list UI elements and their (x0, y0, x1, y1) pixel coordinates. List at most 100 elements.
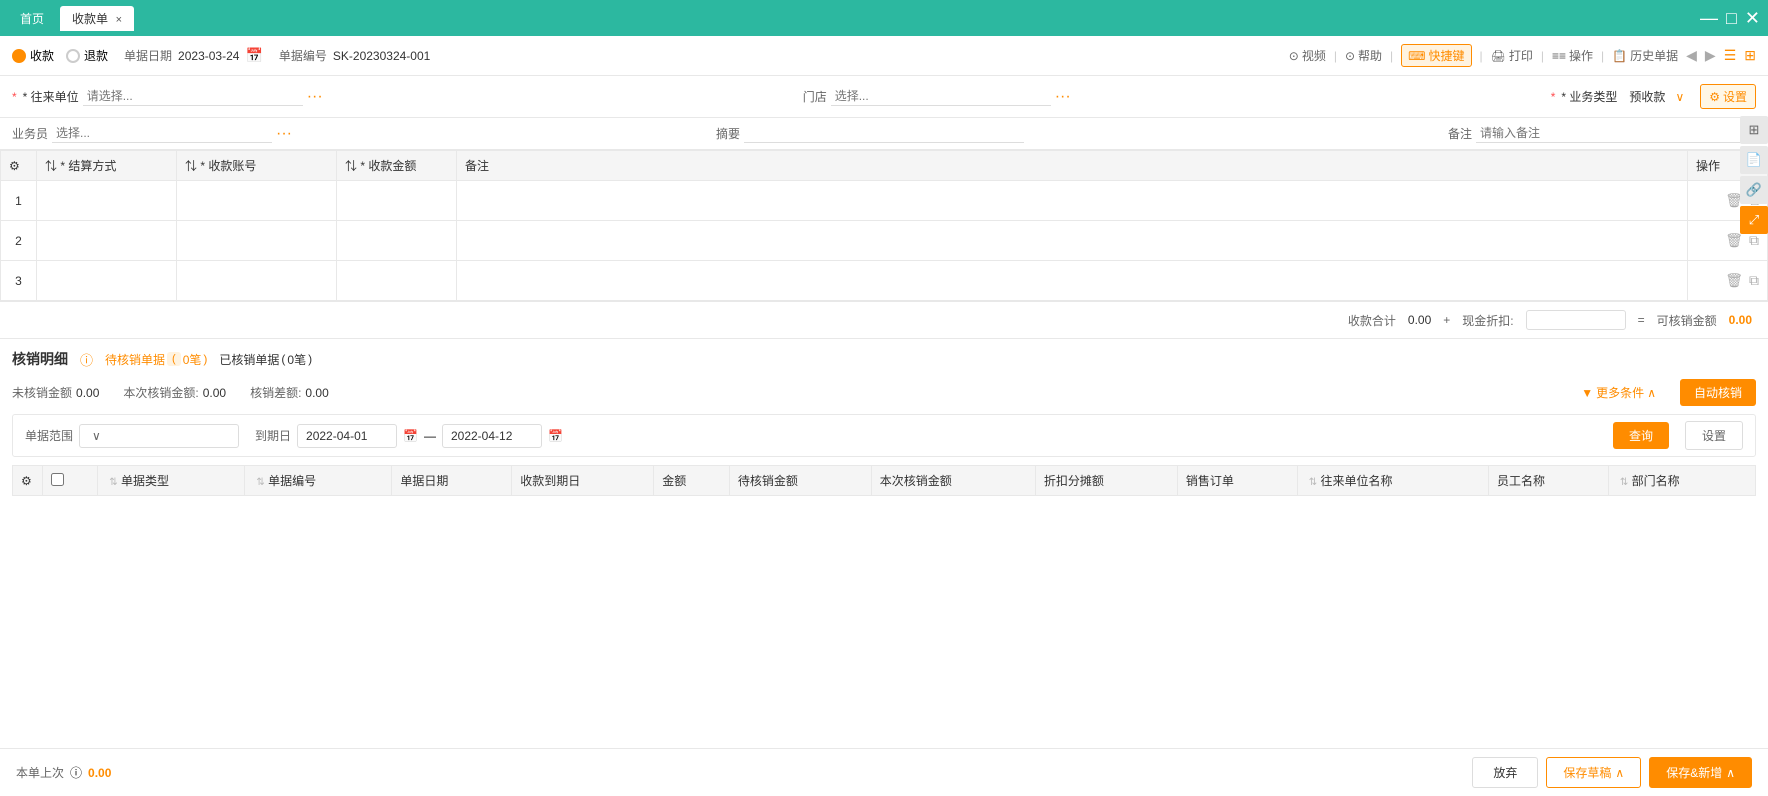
row2-settle[interactable] (37, 221, 177, 261)
row1-settle[interactable] (37, 181, 177, 221)
settle-method-label: * 结算方式 (60, 159, 116, 173)
amount-col: 金额 (654, 466, 730, 496)
settings-btn[interactable]: ⚙ 设置 (1700, 84, 1756, 109)
table-gear-col[interactable]: ⚙ (1, 151, 37, 181)
date-dash: — (424, 429, 436, 443)
row2-delete-icon[interactable]: 🗑 (1725, 232, 1743, 249)
row3-settle[interactable] (37, 261, 177, 301)
store-more-icon[interactable]: ··· (1055, 88, 1071, 106)
dept-name-label: 部门名称 (1632, 474, 1680, 488)
chevron-up-icon: ∧ (1647, 386, 1656, 400)
amount-sort-icon: ⇅ (345, 159, 357, 173)
filter-settings-btn[interactable]: 设置 (1685, 421, 1743, 450)
sales-order-col: 销售订单 (1177, 466, 1297, 496)
auto-verify-btn[interactable]: 自动核销 (1680, 379, 1756, 406)
row2-amount[interactable] (337, 221, 457, 261)
unverified-label: 未核销金额 (12, 384, 72, 401)
radio-refund[interactable]: 退款 (66, 47, 108, 64)
abandon-btn[interactable]: 放弃 (1472, 757, 1538, 788)
operate-btn[interactable]: ≡≡ 操作 (1552, 47, 1593, 64)
unit-label: * 往来单位 (23, 88, 79, 105)
save-new-btn[interactable]: 保存&新增 ∧ (1649, 757, 1752, 788)
from-date-input[interactable] (297, 424, 397, 448)
help-label: 帮助 (1358, 47, 1382, 64)
select-all-checkbox[interactable] (51, 473, 64, 486)
right-link-btn[interactable]: 🔗 (1740, 176, 1768, 204)
row3-copy-icon[interactable]: ⧉ (1749, 272, 1759, 289)
discount-col: 折扣分摊额 (1035, 466, 1177, 496)
history-btn[interactable]: 📋 历史单据 (1612, 47, 1678, 64)
expand-view-btn[interactable]: ⊞ (1744, 47, 1756, 64)
staff-more-icon[interactable]: ··· (276, 125, 292, 143)
right-expand-btn[interactable]: ⤢ (1740, 206, 1768, 234)
unit-input[interactable] (83, 87, 303, 106)
unverified-stat: 未核销金额 0.00 (12, 384, 99, 401)
help-btn[interactable]: ⊙ 帮助 (1345, 47, 1382, 64)
row3-account[interactable] (177, 261, 337, 301)
row2-copy-icon[interactable]: ⧉ (1749, 232, 1759, 249)
row3-delete-icon[interactable]: 🗑 (1725, 272, 1743, 289)
checkbox-col[interactable]: ⚙ (13, 466, 43, 496)
to-date-calendar-icon[interactable]: 📅 (548, 429, 563, 443)
row3-remark[interactable] (457, 261, 1688, 301)
video-btn[interactable]: ⊙ 视频 (1289, 47, 1326, 64)
table-gear-icon2: ⚙ (21, 474, 32, 488)
range-dropdown[interactable]: ∨ (79, 424, 239, 448)
window-max-btn[interactable]: □ (1726, 8, 1737, 29)
summary-input[interactable] (744, 124, 1024, 143)
settle-method-col: ⇅ * 结算方式 (37, 151, 177, 181)
completed-paren: ) (308, 352, 312, 366)
row1-account[interactable] (177, 181, 337, 221)
radio-receive-dot (12, 49, 26, 63)
radio-receive[interactable]: 收款 (12, 47, 54, 64)
row3-amount[interactable] (337, 261, 457, 301)
prev-arrow-btn[interactable]: ◀ (1686, 47, 1697, 64)
staff-label: 业务员 (12, 125, 48, 142)
main-container: 收款 退款 单据日期 2023-03-24 📅 单据编号 SK-20230324… (0, 36, 1768, 796)
store-input[interactable] (831, 87, 1051, 106)
window-close-btn[interactable]: ✕ (1745, 8, 1760, 29)
draft-btn[interactable]: 保存草稿 ∧ (1546, 757, 1641, 788)
table-row: 3 🗑 ⧉ (1, 261, 1768, 301)
sep2: | (1390, 49, 1393, 63)
date-calendar-icon[interactable]: 📅 (245, 47, 262, 64)
diff-stat: 核销差额: 0.00 (250, 384, 329, 401)
settle-sort-icon: ⇅ (45, 159, 57, 173)
row2-account[interactable] (177, 221, 337, 261)
staff-input[interactable] (52, 124, 272, 143)
row1-amount[interactable] (337, 181, 457, 221)
settings-label: 设置 (1723, 88, 1747, 105)
pending-tab[interactable]: 待核销单据 ( 0笔 ) (105, 351, 207, 368)
row2-remark[interactable] (457, 221, 1688, 261)
unit-name-label: 往来单位名称 (1320, 474, 1392, 488)
save-new-label: 保存&新增 (1666, 764, 1722, 781)
right-doc-btn[interactable]: 📄 (1740, 146, 1768, 174)
biz-type-dropdown-icon[interactable]: ∨ (1675, 90, 1684, 104)
receive-amount-label: * 收款金额 (360, 159, 416, 173)
right-grid-btn[interactable]: ⊞ (1740, 116, 1768, 144)
from-date-calendar-icon[interactable]: 📅 (403, 429, 418, 443)
to-date-input[interactable] (442, 424, 542, 448)
total-label: 收款合计 (1348, 312, 1396, 329)
verify-info-icon[interactable]: ⓘ (80, 350, 93, 369)
row1-remark[interactable] (457, 181, 1688, 221)
more-conditions-btn[interactable]: ▼ 更多条件 ∧ (1581, 384, 1656, 401)
next-arrow-btn[interactable]: ▶ (1705, 47, 1716, 64)
remark-input[interactable] (1476, 124, 1756, 143)
tab-close-icon[interactable]: × (116, 14, 122, 26)
window-min-btn[interactable]: — (1700, 8, 1718, 29)
range-field: 单据范围 ∨ (25, 424, 239, 448)
active-tab[interactable]: 收款单 × (60, 6, 134, 31)
range-label: 单据范围 (25, 427, 73, 444)
print-btn[interactable]: 🖨 打印 (1491, 47, 1533, 64)
query-btn[interactable]: 查询 (1613, 422, 1669, 449)
summary-label: 摘要 (716, 125, 740, 142)
home-tab[interactable]: 首页 (8, 6, 56, 31)
completed-tab[interactable]: 已核销单据 ( 0笔 ) (219, 351, 312, 368)
unit-more-icon[interactable]: ··· (307, 88, 323, 106)
list-view-btn[interactable]: ☰ (1724, 47, 1737, 64)
discount-input[interactable] (1526, 310, 1626, 330)
checkbox-all-col[interactable] (43, 466, 98, 496)
shortcut-btn[interactable]: ⌨ 快捷键 (1401, 44, 1471, 67)
form-fields-row2: 业务员 ··· 摘要 备注 (0, 118, 1768, 150)
